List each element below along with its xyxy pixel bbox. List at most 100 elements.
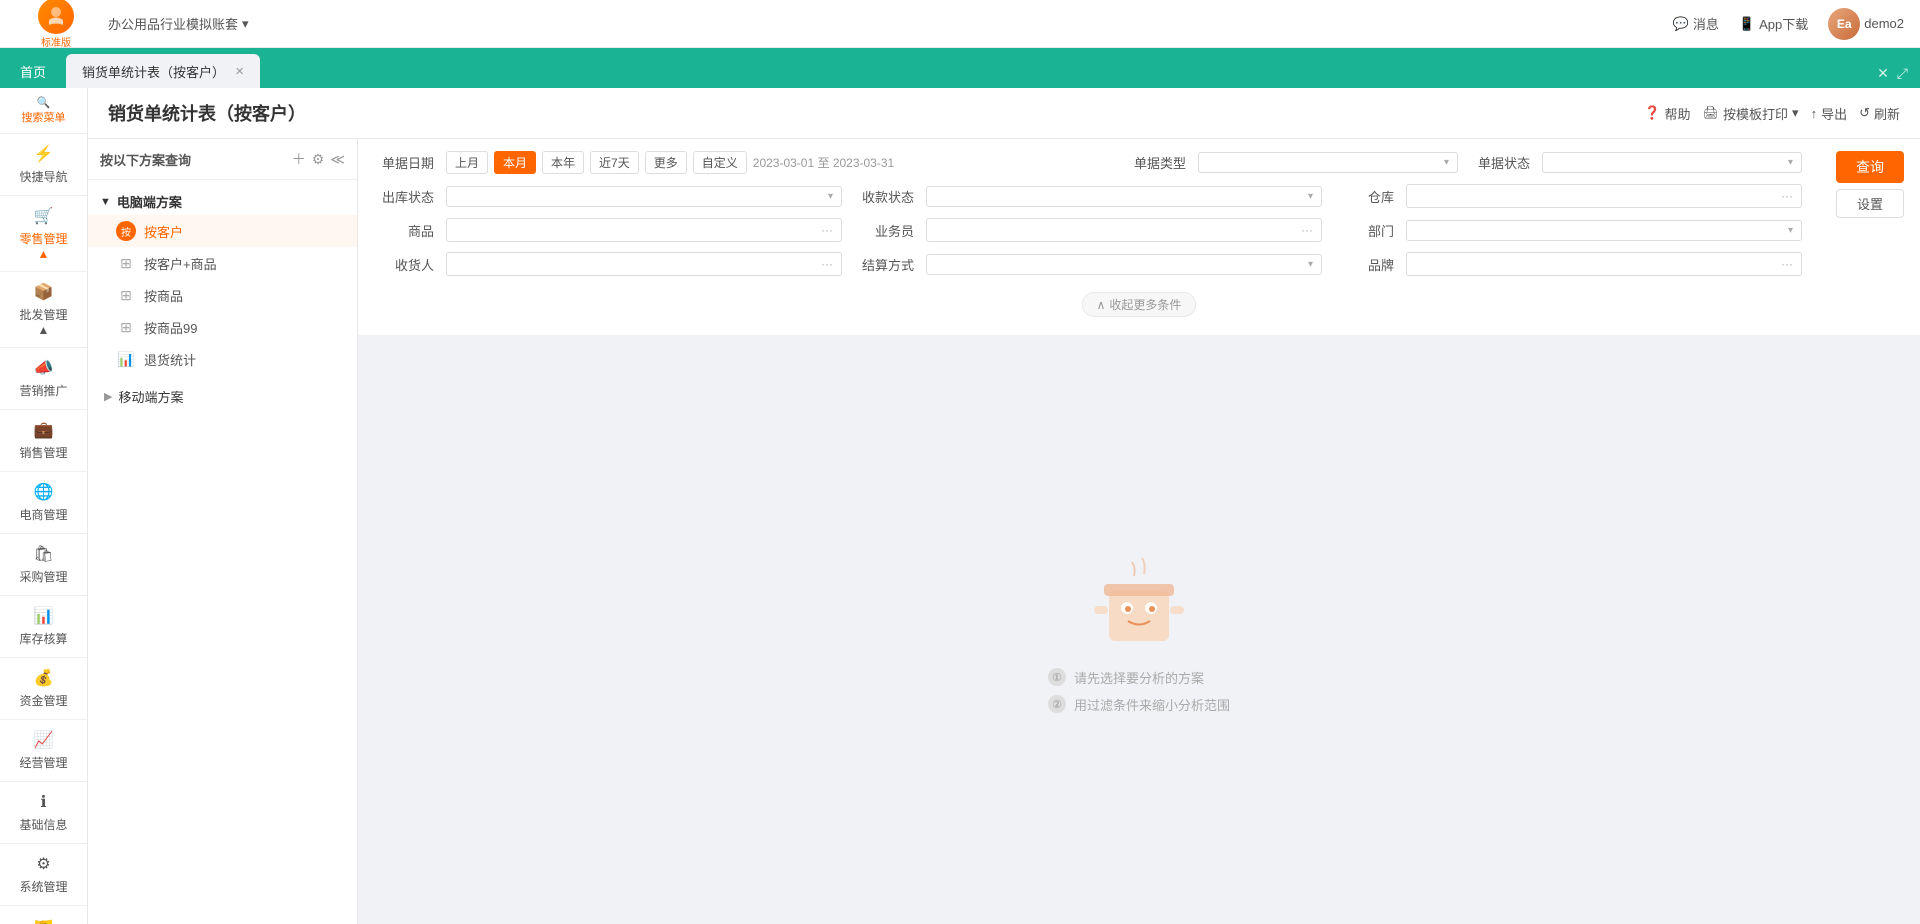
receiver-dots[interactable]: ··· — [821, 257, 833, 271]
purchase-label: 采购管理 — [19, 568, 67, 585]
plan-group-pc-header[interactable]: ▼ 电脑端方案 — [88, 188, 357, 215]
sidebar-ecommerce[interactable]: 🌐 电商管理 — [0, 472, 87, 534]
filter-row-4: 收货人 ··· 结算方式 ▾ 品牌 — [374, 252, 1904, 276]
page-title: 销货单统计表（按客户） — [108, 100, 306, 126]
sidebar-marketing[interactable]: 📣 营销推广 — [0, 348, 87, 410]
dept-select[interactable]: ▾ — [1406, 220, 1802, 241]
goods99-icon: ⊞ — [116, 317, 136, 337]
tab-home[interactable]: 首页 — [4, 54, 62, 88]
help-label: 帮助 — [1664, 104, 1690, 123]
right-panel: 单据日期 上月 本月 本年 近7天 更多 自定义 2023-03-01 至 20… — [358, 139, 1920, 924]
user-area[interactable]: Ea demo2 — [1828, 8, 1904, 40]
collapse-btn[interactable]: ∧ 收起更多条件 — [1082, 292, 1197, 317]
plan-settings-icon[interactable]: ⚙ — [312, 151, 325, 168]
sidebar-purchase[interactable]: 🛍 采购管理 — [0, 534, 87, 596]
sidebar-inventory[interactable]: 📊 库存核算 — [0, 596, 87, 658]
basic-info-label: 基础信息 — [19, 816, 67, 833]
message-btn[interactable]: 💬 消息 — [1673, 14, 1719, 33]
sidebar-sys-mgmt[interactable]: ⚙ 系统管理 — [0, 844, 87, 906]
brand-select[interactable]: ··· — [1406, 252, 1802, 276]
date-btn-more[interactable]: 更多 — [645, 151, 687, 174]
industry-selector[interactable]: 办公用品行业模拟账套 ▾ — [108, 14, 249, 33]
industry-dropdown-icon: ▾ — [242, 16, 249, 32]
plan-group-mobile-header[interactable]: ▶ 移动端方案 — [88, 383, 357, 410]
window-maximize-icon[interactable]: ⤢ — [1897, 65, 1908, 82]
date-btn-this-month[interactable]: 本月 — [494, 151, 536, 174]
sys-mgmt-icon: ⚙ — [36, 854, 50, 874]
date-btn-last-month[interactable]: 上月 — [446, 151, 488, 174]
doc-type-label: 单据类型 — [1126, 153, 1186, 172]
empty-state: ① 请先选择要分析的方案 ② 用过滤条件来缩小分析范围 — [358, 335, 1920, 924]
industry-label: 办公用品行业模拟账套 — [108, 14, 238, 33]
date-btn-7days[interactable]: 近7天 — [590, 151, 639, 174]
doc-status-select[interactable]: ▾ — [1542, 152, 1802, 173]
out-status-select[interactable]: ▾ — [446, 186, 842, 207]
plan-item-goods99[interactable]: ⊞ 按商品99 — [88, 311, 357, 343]
brand-dots[interactable]: ··· — [1781, 257, 1793, 271]
biz-mgmt-label: 经营管理 — [19, 754, 67, 771]
plan-add-icon[interactable]: ＋ — [292, 149, 306, 169]
sidebar-corp-collab[interactable]: 🤝 企业协同 — [0, 906, 87, 924]
print-btn[interactable]: 🖨 按模板打印 ▾ — [1703, 104, 1799, 123]
plan-item-goods[interactable]: ⊞ 按商品 — [88, 279, 357, 311]
retail-icon: 🛒 — [34, 206, 54, 226]
biz-mgmt-icon: 📈 — [34, 730, 54, 750]
top-bar: 标准版 办公用品行业模拟账套 ▾ 💬 消息 📱 App下载 Ea demo2 — [0, 0, 1920, 48]
export-icon: ↑ — [1811, 106, 1818, 121]
mobile-group-label: 移动端方案 — [118, 387, 183, 406]
settle-select[interactable]: ▾ — [926, 254, 1322, 275]
date-btn-custom[interactable]: 自定义 — [693, 151, 747, 174]
plan-panel-title: 按以下方案查询 — [100, 150, 191, 169]
inventory-label: 库存核算 — [19, 630, 67, 647]
mobile-group-chevron: ▶ — [104, 390, 112, 403]
goods-select[interactable]: ··· — [446, 218, 842, 242]
sidebar-biz-mgmt[interactable]: 📈 经营管理 — [0, 720, 87, 782]
filter-section: 单据日期 上月 本月 本年 近7天 更多 自定义 2023-03-01 至 20… — [358, 139, 1920, 335]
sidebar-quick-nav[interactable]: ⚡ 快捷导航 — [0, 134, 87, 196]
sidebar-search[interactable]: 🔍 搜索菜单 — [0, 88, 87, 134]
collect-status-select[interactable]: ▾ — [926, 186, 1322, 207]
help-btn[interactable]: ❓ 帮助 — [1644, 104, 1690, 123]
hint-text-2: 用过滤条件来缩小分析范围 — [1074, 695, 1230, 714]
wholesale-label: 批发管理 — [19, 306, 67, 323]
user-name: demo2 — [1864, 16, 1904, 31]
query-button[interactable]: 查询 — [1836, 151, 1904, 183]
window-close-icon[interactable]: ✕ — [1877, 65, 1889, 82]
logo-icon — [38, 0, 74, 34]
sidebar-wholesale[interactable]: 📦 批发管理 ▲ — [0, 272, 87, 348]
sidebar-sales-mgmt[interactable]: 💼 销售管理 — [0, 410, 87, 472]
tab-close-icon[interactable]: ✕ — [235, 65, 244, 78]
plan-collapse-icon[interactable]: ≪ — [330, 151, 345, 168]
customer-plan-label: 按客户 — [144, 222, 183, 241]
salesperson-dots[interactable]: ··· — [1301, 223, 1313, 237]
plan-item-customer-goods[interactable]: ⊞ 按客户+商品 — [88, 247, 357, 279]
inner-layout: 按以下方案查询 ＋ ⚙ ≪ ▼ 电脑端方案 按 按客户 — [88, 139, 1920, 924]
date-range-text: 2023-03-01 至 2023-03-31 — [753, 154, 894, 171]
top-bar-right: 💬 消息 📱 App下载 Ea demo2 — [1673, 8, 1904, 40]
salesperson-select[interactable]: ··· — [926, 218, 1322, 242]
app-download-btn[interactable]: 📱 App下载 — [1739, 14, 1808, 33]
doc-type-select[interactable]: ▾ — [1198, 152, 1458, 173]
tab-sales-stats[interactable]: 销货单统计表（按客户） ✕ — [66, 54, 260, 88]
warehouse-dots[interactable]: ··· — [1781, 189, 1793, 203]
app-logo: 标准版 — [16, 0, 96, 49]
filter-row-2: 出库状态 ▾ 收款状态 ▾ 仓库 — [374, 184, 1904, 208]
goods-dots[interactable]: ··· — [821, 223, 833, 237]
warehouse-select[interactable]: ··· — [1406, 184, 1802, 208]
refresh-btn[interactable]: ↺ 刷新 — [1859, 104, 1900, 123]
date-btn-this-year[interactable]: 本年 — [542, 151, 584, 174]
sidebar-finance[interactable]: 💰 资金管理 — [0, 658, 87, 720]
return-stats-label: 退货统计 — [144, 350, 196, 369]
content-area: 销货单统计表（按客户） ❓ 帮助 🖨 按模板打印 ▾ ↑ 导出 ↺ 刷新 — [88, 88, 1920, 924]
receiver-select[interactable]: ··· — [446, 252, 842, 276]
export-btn[interactable]: ↑ 导出 — [1811, 104, 1848, 123]
settings-button[interactable]: 设置 — [1836, 189, 1904, 218]
plan-item-return-stats[interactable]: 📊 退货统计 — [88, 343, 357, 375]
plan-item-customer[interactable]: 按 按客户 — [88, 215, 357, 247]
dept-label: 部门 — [1334, 221, 1394, 240]
inventory-icon: 📊 — [34, 606, 54, 626]
ecommerce-label: 电商管理 — [19, 506, 67, 523]
print-dropdown-icon: ▾ — [1792, 105, 1799, 121]
sidebar-retail[interactable]: 🛒 零售管理 ▲ — [0, 196, 87, 272]
sidebar-basic-info[interactable]: ℹ 基础信息 — [0, 782, 87, 844]
